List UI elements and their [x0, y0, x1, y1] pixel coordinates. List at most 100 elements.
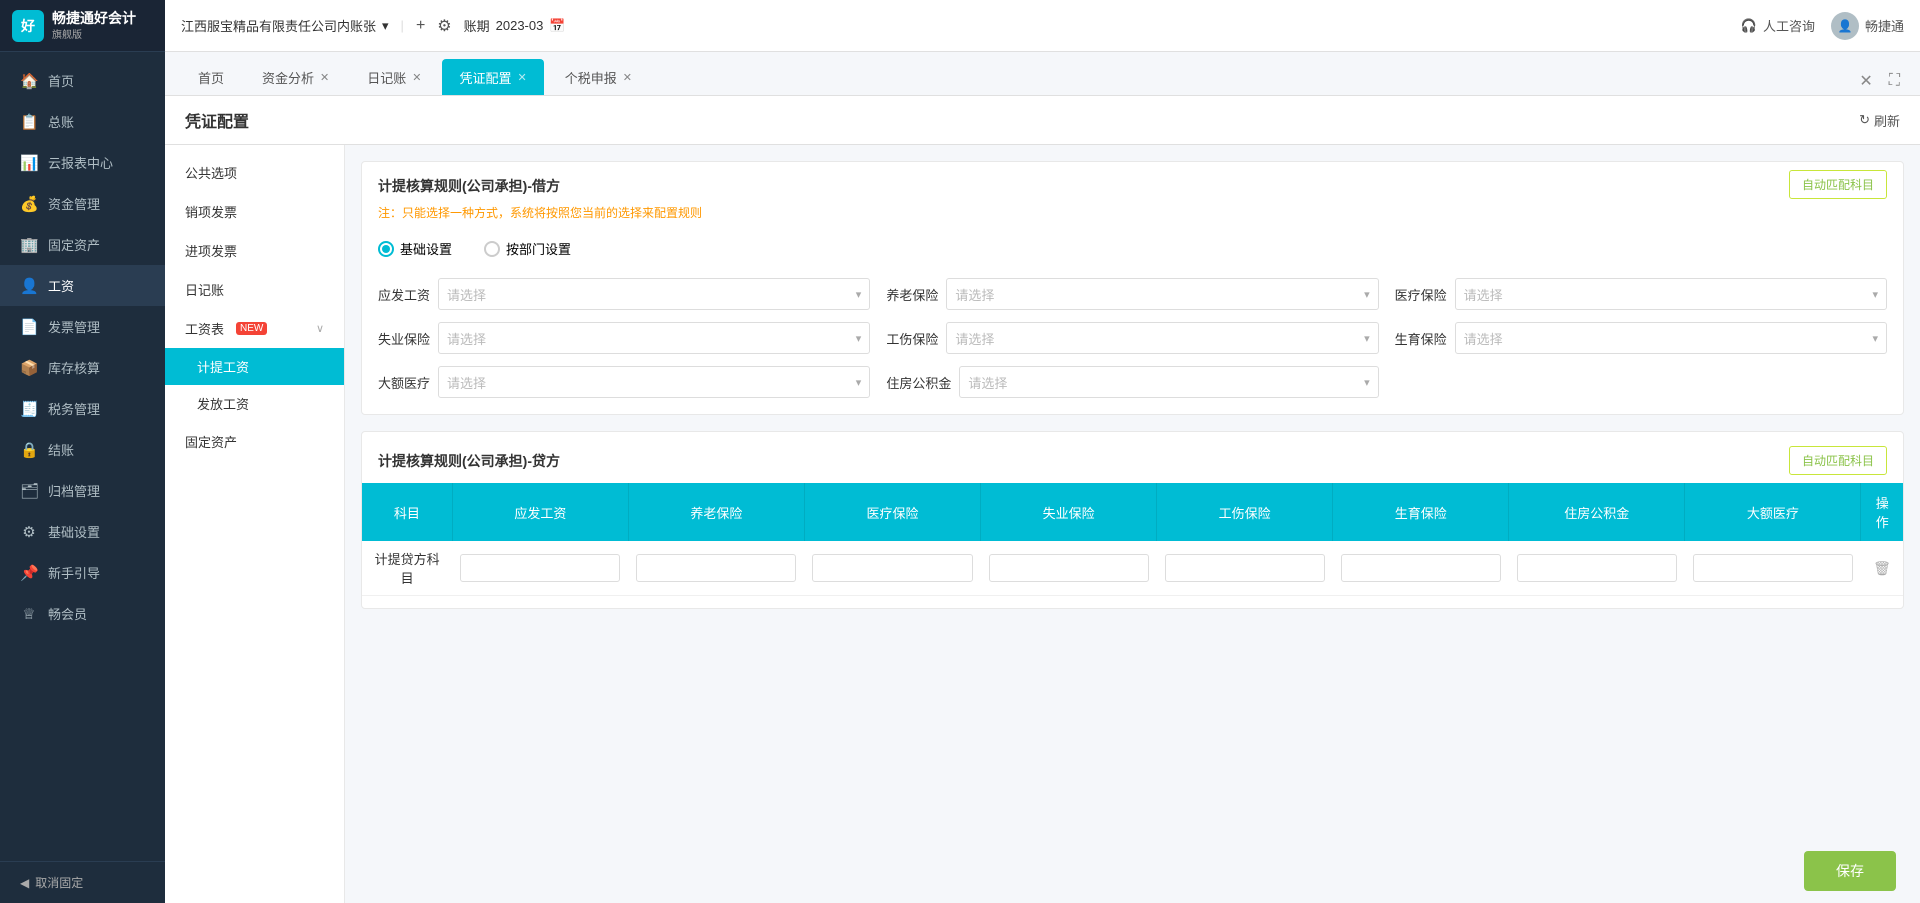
- td-shiye-val[interactable]: [981, 541, 1157, 596]
- sidebar-item-home[interactable]: 🏠 首页: [0, 60, 165, 101]
- invoice-icon: 📄: [20, 318, 38, 336]
- td-daeyiliao-val[interactable]: [1685, 541, 1861, 596]
- field-shiye: 失业保险 请选择 ▾: [378, 322, 870, 354]
- menu-item-calc-salary[interactable]: 计提工资: [165, 348, 344, 385]
- input-yingfa[interactable]: [460, 554, 620, 582]
- field-zhufang-select[interactable]: 请选择 ▾: [959, 366, 1378, 398]
- credit-section-title: 计提核算规则(公司承担)-贷方: [378, 451, 560, 471]
- topbar-settings-btn[interactable]: ⚙: [437, 16, 451, 36]
- field-yiliao-select[interactable]: 请选择 ▾: [1455, 278, 1887, 310]
- menu-item-pay-salary[interactable]: 发放工资: [165, 385, 344, 422]
- td-yingfa-val[interactable]: [452, 541, 628, 596]
- sidebar-item-close[interactable]: 🔒 结账: [0, 429, 165, 470]
- tab-journal[interactable]: 日记账 ✕: [350, 59, 438, 95]
- td-zhufang-val[interactable]: [1509, 541, 1685, 596]
- save-btn[interactable]: 保存: [1804, 851, 1896, 891]
- tab-voucher-close[interactable]: ✕: [518, 71, 527, 84]
- radio-basic[interactable]: 基础设置: [378, 239, 452, 258]
- sidebar-item-close-label: 结账: [48, 440, 74, 459]
- menu-calc-salary-label: 计提工资: [197, 360, 249, 375]
- service-btn[interactable]: 🎧 人工咨询: [1741, 16, 1815, 35]
- credit-table-wrapper: 科目 应发工资 养老保险 医疗保险 失业保险 工伤保险 生育保险 住房公积金 大…: [362, 483, 1903, 608]
- period-selector[interactable]: 账期 2023-03 📅: [464, 16, 566, 35]
- sidebar-item-assets[interactable]: 🏢 固定资产: [0, 224, 165, 265]
- tab-journal-close[interactable]: ✕: [412, 71, 421, 84]
- menu-item-diary[interactable]: 日记账: [165, 270, 344, 309]
- sidebar-item-vip[interactable]: ♕ 畅会员: [0, 593, 165, 634]
- pin-label: 取消固定: [35, 874, 83, 891]
- credit-auto-match-btn[interactable]: 自动匹配科目: [1789, 446, 1887, 475]
- sidebar-item-archive[interactable]: 🗂 归档管理: [0, 470, 165, 511]
- company-selector[interactable]: 江西服宝精品有限责任公司内账张 ▾: [181, 16, 389, 35]
- sidebar-item-ledger[interactable]: 📋 总账: [0, 101, 165, 142]
- radio-dept[interactable]: 按部门设置: [484, 239, 571, 258]
- field-yingfa-select[interactable]: 请选择 ▾: [438, 278, 870, 310]
- menu-fixed-assets-label: 固定资产: [185, 432, 237, 451]
- user-menu[interactable]: 👤 畅捷通: [1831, 12, 1904, 40]
- close-all-tabs-btn[interactable]: ✕: [1855, 67, 1876, 95]
- menu-salary-table-label: 工资表: [185, 319, 224, 338]
- company-name: 江西服宝精品有限责任公司内账张: [181, 16, 376, 35]
- delete-row-btn[interactable]: 🗑: [1873, 560, 1891, 576]
- guide-icon: 📌: [20, 564, 38, 582]
- input-shengyu[interactable]: [1341, 554, 1501, 582]
- sidebar-item-home-label: 首页: [48, 71, 74, 90]
- td-yanglao-val[interactable]: [628, 541, 804, 596]
- tab-tax[interactable]: 个税申报 ✕: [548, 59, 649, 95]
- menu-sales-label: 销项发票: [185, 202, 237, 221]
- calendar-icon: 📅: [549, 18, 565, 34]
- field-shiye-select[interactable]: 请选择 ▾: [438, 322, 870, 354]
- sidebar-item-tax[interactable]: 🧾 税务管理: [0, 388, 165, 429]
- tab-voucher[interactable]: 凭证配置 ✕: [442, 59, 543, 95]
- refresh-btn[interactable]: ↻ 刷新: [1859, 111, 1900, 130]
- menu-item-fixed-assets[interactable]: 固定资产: [165, 422, 344, 461]
- td-yiliao-val[interactable]: [804, 541, 980, 596]
- field-gongshang-select[interactable]: 请选择 ▾: [946, 322, 1378, 354]
- field-yanglao-select[interactable]: 请选择 ▾: [946, 278, 1378, 310]
- body-layout: 公共选项 销项发票 进项发票 日记账 工资表 NEW ∨: [165, 145, 1920, 903]
- company-dropdown-icon: ▾: [382, 18, 389, 34]
- menu-item-purchase[interactable]: 进项发票: [165, 231, 344, 270]
- input-yiliao[interactable]: [812, 554, 972, 582]
- th-shiye: 失业保险: [981, 483, 1157, 541]
- sidebar-item-reports[interactable]: 📊 云报表中心: [0, 142, 165, 183]
- sidebar-pin-footer[interactable]: ◀ 取消固定: [0, 861, 165, 903]
- sidebar-item-settings[interactable]: ⚙ 基础设置: [0, 511, 165, 552]
- th-zhufang: 住房公积金: [1509, 483, 1685, 541]
- menu-salary-table-group: 工资表 NEW: [185, 319, 267, 338]
- input-gongshang[interactable]: [1165, 554, 1325, 582]
- sidebar-item-guide-label: 新手引导: [48, 563, 100, 582]
- sidebar-item-salary[interactable]: 👤 工资: [0, 265, 165, 306]
- tab-fund-close[interactable]: ✕: [320, 71, 329, 84]
- expand-btn[interactable]: ⛶: [1885, 68, 1904, 94]
- td-gongshang-val[interactable]: [1157, 541, 1333, 596]
- input-zhufang[interactable]: [1517, 554, 1677, 582]
- sidebar-item-tax-label: 税务管理: [48, 399, 100, 418]
- debit-auto-match-btn[interactable]: 自动匹配科目: [1789, 170, 1887, 199]
- sidebar-item-invoice[interactable]: 📄 发票管理: [0, 306, 165, 347]
- menu-item-public[interactable]: 公共选项: [165, 153, 344, 192]
- field-shengyu-select[interactable]: 请选择 ▾: [1455, 322, 1887, 354]
- field-shiye-label: 失业保险: [378, 329, 430, 348]
- input-yanglao[interactable]: [636, 554, 796, 582]
- tab-fund[interactable]: 资金分析 ✕: [245, 59, 346, 95]
- tab-tax-close[interactable]: ✕: [623, 71, 632, 84]
- tab-journal-label: 日记账: [367, 68, 406, 87]
- field-daeyiliao-select[interactable]: 请选择 ▾: [438, 366, 870, 398]
- sidebar-item-inventory[interactable]: 📦 库存核算: [0, 347, 165, 388]
- input-shiye[interactable]: [989, 554, 1149, 582]
- td-operation[interactable]: 🗑: [1861, 541, 1903, 596]
- td-shengyu-val[interactable]: [1333, 541, 1509, 596]
- sidebar-item-guide[interactable]: 📌 新手引导: [0, 552, 165, 593]
- sidebar-item-funds[interactable]: 💰 资金管理: [0, 183, 165, 224]
- sidebar: 好 畅捷通好会计 旗舰版 🏠 首页 📋 总账 📊 云报表中心 💰 资金管理 🏢 …: [0, 0, 165, 903]
- debit-section-title: 计提核算规则(公司承担)-借方: [362, 162, 1789, 204]
- input-daeyiliao[interactable]: [1693, 554, 1853, 582]
- add-company-btn[interactable]: +: [416, 17, 425, 35]
- table-header-row: 科目 应发工资 养老保险 医疗保险 失业保险 工伤保险 生育保险 住房公积金 大…: [362, 483, 1903, 541]
- debit-section-note: 注：只能选择一种方式，系统将按照您当前的选择来配置规则: [362, 204, 1789, 231]
- menu-item-sales[interactable]: 销项发票: [165, 192, 344, 231]
- th-yingfa: 应发工资: [452, 483, 628, 541]
- tab-home[interactable]: 首页: [181, 59, 241, 95]
- menu-item-salary-table[interactable]: 工资表 NEW ∨: [165, 309, 344, 348]
